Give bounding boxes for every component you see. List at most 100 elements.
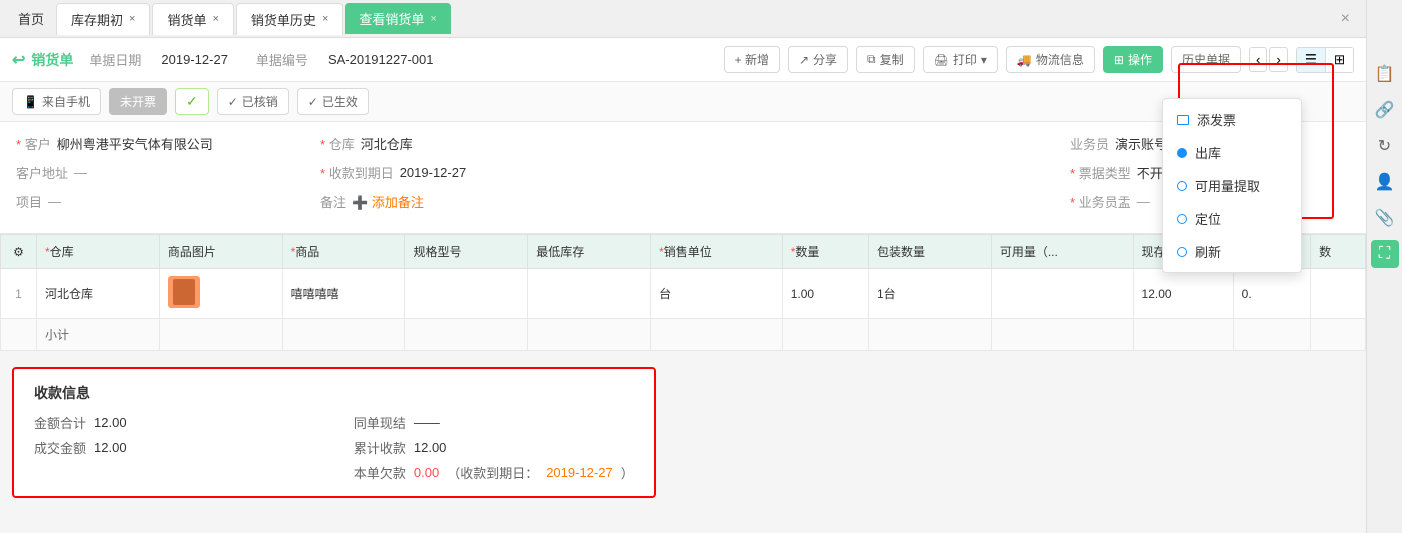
tab-sales-history[interactable]: 销货单历史 × [236, 3, 343, 35]
available-qty-item[interactable]: 可用量提取 [1163, 169, 1301, 202]
print-button[interactable]: 🖨 打印 ▾ [923, 46, 998, 73]
form-row-3: 项目 — 备注 ➕ 添加备注 * 业务员盂 — [16, 192, 1350, 211]
payment-section-wrap: 收款信息 金额合计 12.00 同单现结 —— 成交金额 12.00 累计收款 … [0, 351, 1366, 514]
payment-due-row: 本单欠款 0.00 （收款到期日： 2019-12-27 ） [354, 463, 634, 482]
copy-button[interactable]: ⧉ 复制 [856, 46, 915, 73]
row-pack-qty: 1台 [869, 269, 992, 319]
sidebar-user-icon[interactable]: 👤 [1371, 168, 1399, 196]
customer-field: * 客户 柳州粤港平安气体有限公司 [16, 134, 296, 153]
tab-sales[interactable]: 销货单 × [152, 3, 233, 35]
share-button[interactable]: ↗ 分享 [788, 46, 848, 73]
prev-arrow[interactable]: ‹ [1249, 47, 1267, 72]
sidebar-link-icon[interactable]: 🔗 [1371, 96, 1399, 124]
refresh-icon [1177, 247, 1187, 257]
truck-icon: 🚚 [1017, 53, 1032, 67]
grid-view-button[interactable]: ⊞ [1326, 48, 1353, 72]
note-field: 备注 ➕ 添加备注 [320, 192, 600, 211]
tab-inventory[interactable]: 库存期初 × [56, 3, 150, 35]
view-toggle: ☰ ⊞ [1296, 47, 1354, 73]
subtotal-label: 小计 [37, 319, 160, 351]
row-spec [405, 269, 528, 319]
out-warehouse-item[interactable]: 出库 [1163, 136, 1301, 169]
warehouse-col-header: *仓库 [37, 235, 160, 269]
new-button[interactable]: + 新增 [724, 46, 780, 73]
from-phone-button[interactable]: 📱 来自手机 [12, 88, 101, 115]
tab-home[interactable]: 首页 [8, 3, 54, 34]
unit-col-header: *销售单位 [651, 235, 783, 269]
available-col-header: 可用量（... [991, 235, 1133, 269]
payment-grid: 金额合计 12.00 同单现结 —— 成交金额 12.00 累计收款 12.00 [34, 413, 634, 482]
logistics-button[interactable]: 🚚 物流信息 [1006, 46, 1095, 73]
add-note-button[interactable]: ➕ 添加备注 [352, 192, 424, 211]
close-tab-sales-icon[interactable]: × [212, 13, 218, 25]
warehouse-field: * 仓库 河北仓库 [320, 134, 600, 153]
operate-button[interactable]: ⊞ 操作 [1103, 46, 1163, 73]
doc-header: ↩ 销货单 单据日期 2019-12-27 单据编号 SA-20191227-0… [0, 38, 1366, 82]
subtotal-row: 小计 [1, 319, 1366, 351]
grid-icon: ⊞ [1114, 53, 1124, 67]
row-image [159, 269, 282, 319]
payment-section: 收款信息 金额合计 12.00 同单现结 —— 成交金额 12.00 累计收款 … [12, 367, 656, 498]
check-icon-btn[interactable]: ✓ [175, 88, 209, 115]
check-mark-icon: ✓ [186, 93, 198, 110]
payment-same-order-row: 同单现结 —— [354, 413, 634, 432]
available-qty-icon [1177, 181, 1187, 191]
close-tab-view-icon[interactable]: × [430, 13, 436, 25]
add-invoice-item[interactable]: 添发票 [1163, 103, 1301, 136]
settings-col-header[interactable]: ⚙ [1, 235, 37, 269]
min-stock-col-header: 最低库存 [528, 235, 651, 269]
history-button[interactable]: 历史单据 [1171, 46, 1241, 73]
out-warehouse-icon [1177, 148, 1187, 158]
next-arrow[interactable]: › [1269, 47, 1287, 72]
print-dropdown-icon: ▾ [981, 53, 987, 67]
spec-col-header: 规格型号 [405, 235, 528, 269]
row-min-stock [528, 269, 651, 319]
effective-button[interactable]: ✓ 已生效 [297, 88, 369, 115]
nav-arrows: ‹ › [1249, 47, 1288, 72]
close-tab-history-icon[interactable]: × [322, 13, 328, 25]
add-invoice-icon [1177, 115, 1189, 125]
verify-icon: ✓ [228, 95, 238, 109]
row-warehouse: 河北仓库 [37, 269, 160, 319]
payment-date-field: * 收款到期日 2019-12-27 [320, 163, 600, 182]
locate-icon [1177, 214, 1187, 224]
pack-col-header: 包装数量 [869, 235, 992, 269]
list-view-button[interactable]: ☰ [1297, 48, 1326, 72]
sidebar-sync-icon[interactable]: ↻ [1371, 132, 1399, 160]
payment-cumulative-row: 累计收款 12.00 [354, 438, 634, 457]
print-icon: 🖨 [934, 53, 949, 67]
verified-button[interactable]: ✓ 已核销 [217, 88, 289, 115]
table-row: 1 河北仓库 嘻嘻嘻嘻 台 1.00 1台 12.00 0. [1, 269, 1366, 319]
doc-actions: + 新增 ↗ 分享 ⧉ 复制 🖨 打印 ▾ 🚚 物流信息 ⊞ 操作 [724, 46, 1354, 73]
image-col-header: 商品图片 [159, 235, 282, 269]
operate-dropdown: 添发票 出库 可用量提取 定位 刷新 [1162, 98, 1302, 273]
form-row-1: * 客户 柳州粤港平安气体有限公司 * 仓库 河北仓库 业务员 演示账号 [16, 134, 1350, 153]
row-price: 0. [1233, 269, 1310, 319]
sidebar-expand-icon[interactable]: ⛶ [1371, 240, 1399, 268]
payment-title: 收款信息 [34, 383, 634, 403]
phone-icon: 📱 [23, 95, 38, 109]
sidebar-attach-icon[interactable]: 📎 [1371, 204, 1399, 232]
row-amount [1311, 269, 1366, 319]
locate-item[interactable]: 定位 [1163, 202, 1301, 235]
sidebar-notes-icon[interactable]: 📋 [1371, 60, 1399, 88]
doc-meta: 单据日期 2019-12-27 单据编号 SA-20191227-001 [89, 50, 433, 69]
row-num: 1 [1, 269, 37, 319]
share-icon: ↗ [799, 53, 809, 67]
form-row-2: 客户地址 — * 收款到期日 2019-12-27 * 票据类型 不开票 [16, 163, 1350, 182]
right-sidebar: 📋 🔗 ↻ 👤 📎 ⛶ [1366, 0, 1402, 533]
address-field: 客户地址 — [16, 163, 296, 182]
sales-order-icon: ↩ [12, 50, 25, 70]
project-field: 项目 — [16, 192, 296, 211]
window-close-icon[interactable]: × [1333, 10, 1358, 28]
effective-icon: ✓ [308, 95, 318, 109]
copy-icon: ⧉ [867, 52, 876, 67]
qty-col-header: *数量 [782, 235, 868, 269]
not-open-button[interactable]: 未开票 [109, 88, 167, 115]
refresh-item[interactable]: 刷新 [1163, 235, 1301, 268]
row-qty: 1.00 [782, 269, 868, 319]
row-product: 嘻嘻嘻嘻 [282, 269, 405, 319]
row-unit: 台 [651, 269, 783, 319]
tab-view-sales[interactable]: 查看销货单 × [345, 3, 450, 34]
close-tab-inventory-icon[interactable]: × [129, 13, 135, 25]
